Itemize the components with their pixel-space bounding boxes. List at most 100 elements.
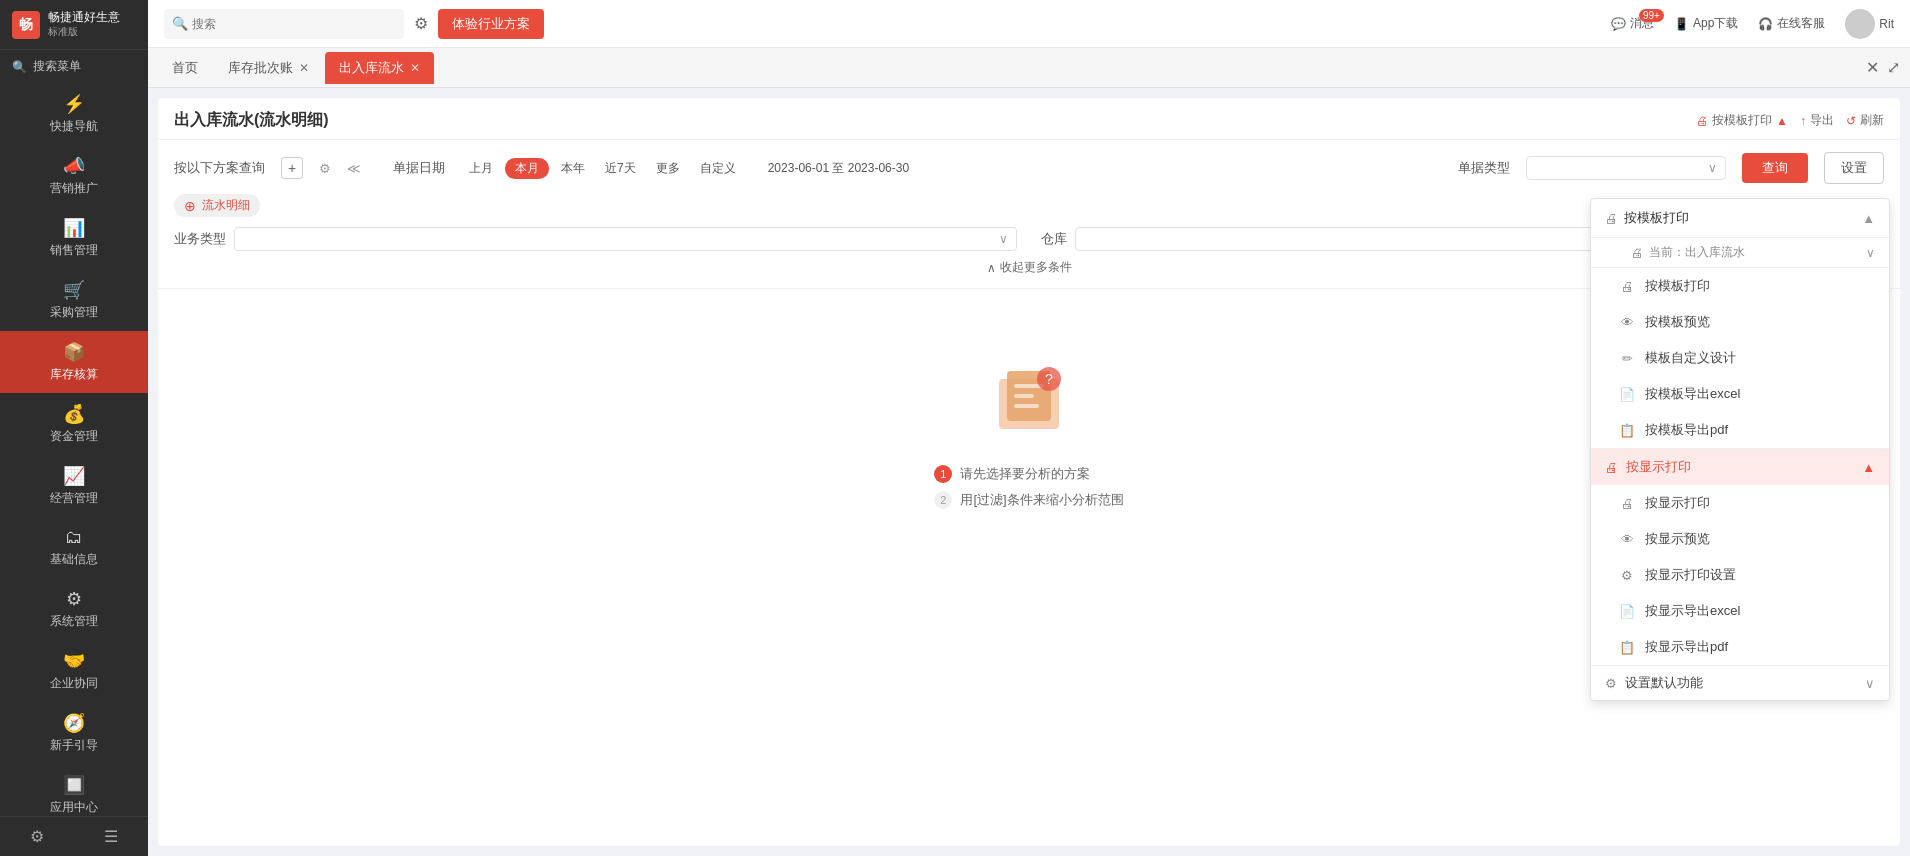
dropdown-collapse-icon[interactable]: ▲ [1862,211,1875,226]
step1-text: 请先选择要分析的方案 [960,465,1090,483]
dropdown-display-export-excel[interactable]: 📄 按显示导出excel [1591,593,1889,629]
dropdown-display-preview[interactable]: 👁 按显示预览 [1591,521,1889,557]
topbar-gear-icon[interactable]: ⚙ [414,14,428,33]
sidebar-item-basic[interactable]: 🗂 基础信息 [0,517,148,578]
date-opt-this-year[interactable]: 本年 [553,158,593,179]
page-header: 出入库流水(流水明细) 🖨 按模板打印 ▲ ↑ 导出 ↺ 刷新 [158,98,1900,140]
date-range-label: 2023-06-01 至 2023-06-30 [768,160,909,177]
dropdown-current-item: 🖨 当前：出入库流水 ∨ [1591,238,1889,267]
type-select[interactable]: ∨ [1526,156,1726,180]
sidebar-item-sales[interactable]: 📊 销售管理 [0,207,148,269]
date-opt-more[interactable]: 更多 [648,158,688,179]
user-avatar-area[interactable]: Rit [1845,9,1894,39]
date-opt-7days[interactable]: 近7天 [597,158,644,179]
sidebar-item-label: 新手引导 [50,737,98,754]
display-section-arrow: ▲ [1862,460,1875,475]
dropdown-template-export-pdf[interactable]: 📋 按模板导出pdf [1591,412,1889,448]
tab-close-flow[interactable]: ✕ [410,61,420,75]
tab-close-window-icon[interactable]: ✕ [1866,58,1879,77]
empty-step-1: 1 请先选择要分析的方案 [934,465,1123,483]
filter-settings-icon[interactable]: ⚙ [319,161,331,176]
sidebar-item-guide[interactable]: 🧭 新手引导 [0,702,148,764]
avatar[interactable] [1845,9,1875,39]
dropdown-template-print[interactable]: 🖨 按模板打印 [1591,268,1889,304]
experience-btn[interactable]: 体验行业方案 [438,9,544,39]
sidebar-search-label: 搜索菜单 [33,58,81,75]
tab-label: 库存批次账 [228,59,293,77]
empty-steps: 1 请先选择要分析的方案 2 用[过滤]条件来缩小分析范围 [934,465,1123,509]
sidebar-item-collab[interactable]: 🤝 企业协同 [0,640,148,702]
sidebar-item-inventory[interactable]: 📦 库存核算 [0,331,148,393]
online-service-btn[interactable]: 🎧 在线客服 [1758,15,1825,32]
date-opt-this-month[interactable]: 本月 [505,158,549,179]
sidebar-menu-icon[interactable]: ☰ [104,827,118,846]
dropdown-footer[interactable]: ⚙ 设置默认功能 ∨ [1591,666,1889,700]
app-icon: 📱 [1674,17,1689,31]
sidebar-item-label: 销售管理 [50,242,98,259]
sidebar-item-quick-nav[interactable]: ⚡ 快捷导航 [0,83,148,145]
system-icon: ⚙ [66,588,82,610]
filter-add-btn[interactable]: + [281,157,303,179]
sidebar-item-apps[interactable]: 🔲 应用中心 [0,764,148,816]
date-opt-last-month[interactable]: 上月 [461,158,501,179]
collab-icon: 🤝 [63,650,85,672]
main-content: 🔍 ⚙ 体验行业方案 💬 消息 99+ 📱 App下载 🎧 在线客服 Rit [148,0,1910,856]
display-section-header[interactable]: 🖨 按显示打印 ▲ [1591,449,1889,485]
sidebar-item-finance[interactable]: 💰 资金管理 [0,393,148,455]
sidebar-settings-icon[interactable]: ⚙ [30,827,44,846]
sidebar-item-label: 经营管理 [50,490,98,507]
tag-label: 流水明细 [202,197,250,214]
sidebar-item-purchase[interactable]: 🛒 采购管理 [0,269,148,331]
display-pdf-icon: 📋 [1619,639,1635,655]
print-arrow-icon: ▲ [1776,114,1788,128]
sales-icon: 📊 [63,217,85,239]
dropdown-template-custom[interactable]: ✏ 模板自定义设计 [1591,340,1889,376]
tab-close-batch[interactable]: ✕ [299,61,309,75]
sidebar-item-marketing[interactable]: 📣 营销推广 [0,145,148,207]
template-print-label: 按模板打印 [1645,277,1710,295]
template-custom-label: 模板自定义设计 [1645,349,1736,367]
query-btn[interactable]: 查询 [1742,153,1808,183]
refresh-label: 刷新 [1860,112,1884,129]
current-arrow: ∨ [1866,246,1875,260]
dropdown-display-print[interactable]: 🖨 按显示打印 [1591,485,1889,521]
dropdown-display-settings[interactable]: ⚙ 按显示打印设置 [1591,557,1889,593]
sidebar-item-system[interactable]: ⚙ 系统管理 [0,578,148,640]
dropdown-template-preview[interactable]: 👁 按模板预览 [1591,304,1889,340]
biz-type-arrow: ∨ [999,232,1008,246]
sidebar-item-ops[interactable]: 📈 经营管理 [0,455,148,517]
refresh-icon: ↺ [1846,114,1856,128]
biz-type-label: 业务类型 [174,230,226,248]
purchase-icon: 🛒 [63,279,85,301]
dropdown-header-title: 🖨 按模板打印 [1605,209,1689,227]
dropdown-template-export-excel[interactable]: 📄 按模板导出excel [1591,376,1889,412]
warehouse-label: 仓库 [1041,230,1067,248]
template-section: 🖨 按模板打印 👁 按模板预览 ✏ 模板自定义设计 📄 按模板导出excel [1591,268,1889,449]
finance-icon: 💰 [63,403,85,425]
refresh-btn[interactable]: ↺ 刷新 [1846,112,1884,129]
filter-tag: ⊕ 流水明细 [174,194,260,217]
sidebar-logo: 畅 畅捷通好生意 标准版 [0,0,148,50]
message-btn[interactable]: 💬 消息 99+ [1611,15,1654,32]
ops-icon: 📈 [63,465,85,487]
biz-type-select[interactable]: ∨ [234,227,1017,251]
print-btn[interactable]: 🖨 按模板打印 ▲ [1696,112,1788,129]
sidebar-search[interactable]: 🔍 搜索菜单 [0,50,148,83]
tab-flow[interactable]: 出入库流水 ✕ [325,52,434,84]
date-opt-custom[interactable]: 自定义 [692,158,744,179]
footer-arrow: ∨ [1865,676,1875,691]
apps-icon: 🔲 [63,774,85,796]
sidebar-item-label: 资金管理 [50,428,98,445]
topbar-search-wrap[interactable]: 🔍 [164,9,404,39]
topbar-search-input[interactable] [192,17,396,31]
settings-btn[interactable]: 设置 [1824,152,1884,184]
tab-batch-account[interactable]: 库存批次账 ✕ [214,52,323,84]
app-download-btn[interactable]: 📱 App下载 [1674,15,1738,32]
filter-collapse-icon[interactable]: ≪ [347,161,361,176]
guide-icon: 🧭 [63,712,85,734]
export-btn[interactable]: ↑ 导出 [1800,112,1834,129]
collapse-btn[interactable]: ∧ 收起更多条件 [987,259,1072,276]
tab-expand-icon[interactable]: ⤢ [1887,58,1900,77]
tab-home[interactable]: 首页 [158,52,212,84]
dropdown-display-export-pdf[interactable]: 📋 按显示导出pdf [1591,629,1889,665]
